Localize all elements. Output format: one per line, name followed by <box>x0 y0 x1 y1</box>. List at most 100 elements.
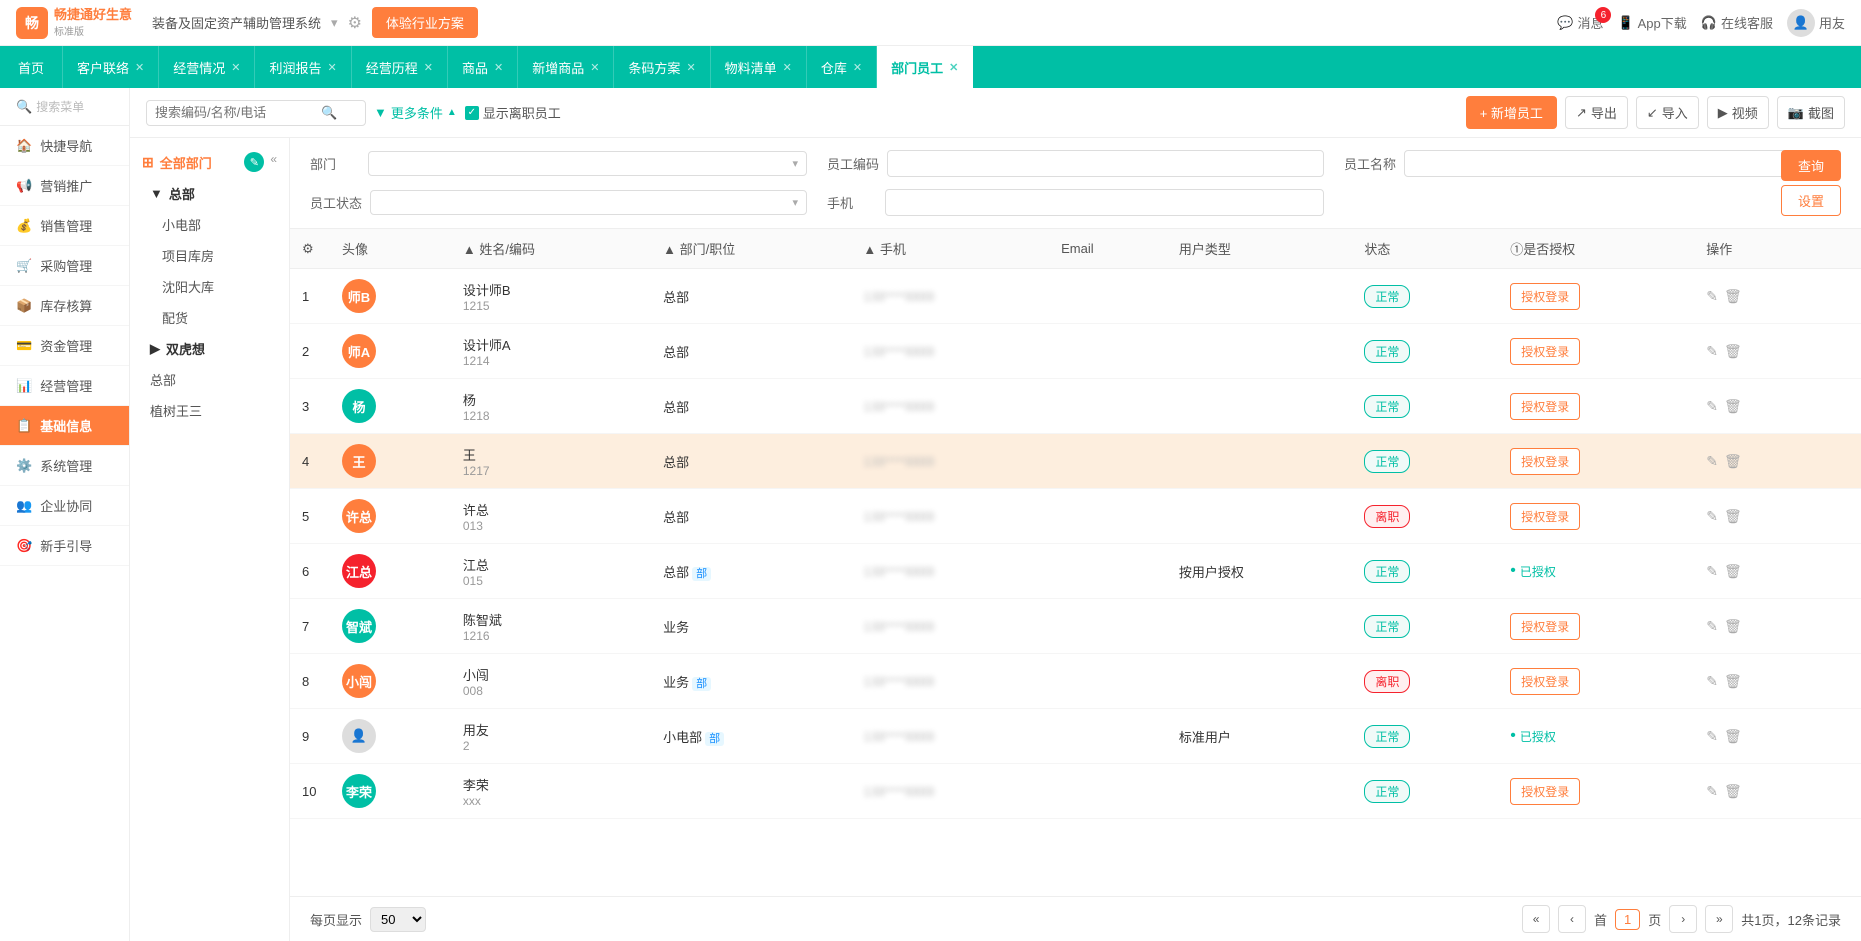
more-conditions-btn[interactable]: ▼ 更多条件 ▲ <box>374 103 457 122</box>
sidebar-item-collab[interactable]: 👥 企业协同 <box>0 486 129 526</box>
col-settings[interactable]: ⚙ <box>290 229 330 269</box>
delete-button[interactable]: 🗑 <box>1724 508 1742 524</box>
tab-new-goods[interactable]: 新增商品 ✕ <box>518 46 614 88</box>
dept-item-small-electric[interactable]: 小电部 <box>130 209 289 240</box>
sidebar-item-basic[interactable]: 📋 基础信息 <box>0 406 129 446</box>
online-service-button[interactable]: 🎧 在线客服 <box>1701 13 1773 32</box>
per-page-select[interactable]: 50 100 200 <box>370 907 426 932</box>
col-email: Email <box>1049 229 1167 269</box>
dept-all-label[interactable]: 全部部门 <box>160 153 212 172</box>
col-dept[interactable]: ▲ 部门/职位 <box>651 229 851 269</box>
dept-item-distribution[interactable]: 配货 <box>130 302 289 333</box>
next-page-button[interactable]: › <box>1669 905 1697 933</box>
authorize-button[interactable]: 授权登录 <box>1510 283 1580 310</box>
delete-button[interactable]: 🗑 <box>1724 618 1742 634</box>
settings-icon[interactable]: ⚙ <box>348 13 362 33</box>
authorize-button[interactable]: 授权登录 <box>1510 503 1580 530</box>
video-button[interactable]: ▶ 视频 <box>1707 96 1769 129</box>
delete-button[interactable]: 🗑 <box>1724 288 1742 304</box>
tab-operation[interactable]: 经营情况 ✕ <box>159 46 255 88</box>
dept-item-shuanghu[interactable]: ▶ 双虎想 <box>130 333 289 364</box>
import-button[interactable]: ↙ 导入 <box>1636 96 1699 129</box>
tab-goods[interactable]: 商品 ✕ <box>448 46 518 88</box>
edit-button[interactable]: ✎ <box>1706 453 1718 469</box>
prev-page-button[interactable]: ‹ <box>1558 905 1586 933</box>
export-button[interactable]: ↗ 导出 <box>1565 96 1628 129</box>
delete-button[interactable]: 🗑 <box>1724 563 1742 579</box>
sidebar-item-ops[interactable]: 📊 经营管理 <box>0 366 129 406</box>
delete-button[interactable]: 🗑 <box>1724 343 1742 359</box>
filter-empname-input[interactable] <box>1404 150 1841 177</box>
tab-dept[interactable]: 部门员工 ✕ <box>877 46 973 88</box>
tab-profit[interactable]: 利润报告 ✕ <box>255 46 351 88</box>
add-employee-button[interactable]: + 新增员工 <box>1466 96 1557 129</box>
status-badge: 正常 <box>1364 615 1410 638</box>
sidebar-item-finance[interactable]: 💳 资金管理 <box>0 326 129 366</box>
show-resigned-toggle[interactable]: ✓ 显示离职员工 <box>465 103 561 122</box>
col-phone[interactable]: ▲ 手机 <box>851 229 1049 269</box>
sidebar-item-marketing[interactable]: 📢 营销推广 <box>0 166 129 206</box>
sidebar-search[interactable]: 🔍 搜索菜单 <box>0 88 129 126</box>
edit-button[interactable]: ✎ <box>1706 673 1718 689</box>
dept-item-project-storage[interactable]: 项目库房 <box>130 240 289 271</box>
filter-search-button[interactable]: 查询 <box>1781 150 1841 181</box>
dept-item-zongbu[interactable]: 总部 <box>130 364 289 395</box>
emp-name: 设计师A <box>463 335 639 354</box>
sidebar-item-system[interactable]: ⚙️ 系统管理 <box>0 446 129 486</box>
delete-button[interactable]: 🗑 <box>1724 728 1742 744</box>
cell-auth: •已授权 <box>1498 709 1694 764</box>
edit-button[interactable]: ✎ <box>1706 783 1718 799</box>
edit-button[interactable]: ✎ <box>1706 508 1718 524</box>
app-download-button[interactable]: 📱 App下载 <box>1617 13 1686 32</box>
sidebar-item-purchase[interactable]: 🛒 采购管理 <box>0 246 129 286</box>
edit-button[interactable]: ✎ <box>1706 618 1718 634</box>
filter-phone-input[interactable] <box>885 189 1324 216</box>
authorize-button[interactable]: 授权登录 <box>1510 778 1580 805</box>
auth-granted-label: •已授权 <box>1510 727 1682 745</box>
dept-item-zhishu[interactable]: 植树王三 <box>130 395 289 426</box>
cell-user-type <box>1167 654 1353 709</box>
dept-item-headquarters-parent[interactable]: ▼ 总部 <box>130 178 289 209</box>
search-input[interactable] <box>155 105 315 120</box>
message-button[interactable]: 💬 消息 6 <box>1557 13 1603 32</box>
authorize-button[interactable]: 授权登录 <box>1510 448 1580 475</box>
filter-setting-button[interactable]: 设置 <box>1781 185 1841 216</box>
authorize-button[interactable]: 授权登录 <box>1510 338 1580 365</box>
tab-bom[interactable]: 物料清单 ✕ <box>711 46 807 88</box>
tab-history[interactable]: 经营历程 ✕ <box>352 46 448 88</box>
edit-button[interactable]: ✎ <box>1706 563 1718 579</box>
sidebar-item-shortcut[interactable]: 🏠 快捷导航 <box>0 126 129 166</box>
delete-button[interactable]: 🗑 <box>1724 783 1742 799</box>
delete-button[interactable]: 🗑 <box>1724 398 1742 414</box>
dept-item-shenyang[interactable]: 沈阳大库 <box>130 271 289 302</box>
tab-barcode[interactable]: 条码方案 ✕ <box>614 46 710 88</box>
search-input-wrap[interactable]: 🔍 <box>146 100 366 126</box>
delete-button[interactable]: 🗑 <box>1724 453 1742 469</box>
filter-status-select[interactable]: ▾ <box>370 190 807 215</box>
screenshot-button[interactable]: 📷 截图 <box>1777 96 1845 129</box>
sidebar-item-sales[interactable]: 💰 销售管理 <box>0 206 129 246</box>
filter-empcode-input[interactable] <box>887 150 1324 177</box>
sidebar-item-guide[interactable]: 🎯 新手引导 <box>0 526 129 566</box>
dept-collapse-button[interactable]: « <box>270 152 277 172</box>
first-page-button[interactable]: « <box>1522 905 1550 933</box>
filter-dept-select[interactable]: ▾ <box>368 151 807 176</box>
tab-home[interactable]: 首页 <box>0 46 63 88</box>
edit-button[interactable]: ✎ <box>1706 398 1718 414</box>
authorize-button[interactable]: 授权登录 <box>1510 668 1580 695</box>
trial-button[interactable]: 体验行业方案 <box>372 7 478 38</box>
tab-customer[interactable]: 客户联络 ✕ <box>63 46 159 88</box>
edit-button[interactable]: ✎ <box>1706 288 1718 304</box>
grid-icon: ⊞ <box>142 154 154 171</box>
col-name[interactable]: ▲ 姓名/编码 <box>451 229 651 269</box>
authorize-button[interactable]: 授权登录 <box>1510 613 1580 640</box>
dept-edit-button[interactable]: ✎ <box>244 152 264 172</box>
tab-warehouse[interactable]: 仓库 ✕ <box>807 46 877 88</box>
sidebar-item-inventory[interactable]: 📦 库存核算 <box>0 286 129 326</box>
edit-button[interactable]: ✎ <box>1706 728 1718 744</box>
authorize-button[interactable]: 授权登录 <box>1510 393 1580 420</box>
user-avatar-button[interactable]: 👤 用友 <box>1787 9 1845 37</box>
edit-button[interactable]: ✎ <box>1706 343 1718 359</box>
delete-button[interactable]: 🗑 <box>1724 673 1742 689</box>
last-page-button[interactable]: » <box>1705 905 1733 933</box>
